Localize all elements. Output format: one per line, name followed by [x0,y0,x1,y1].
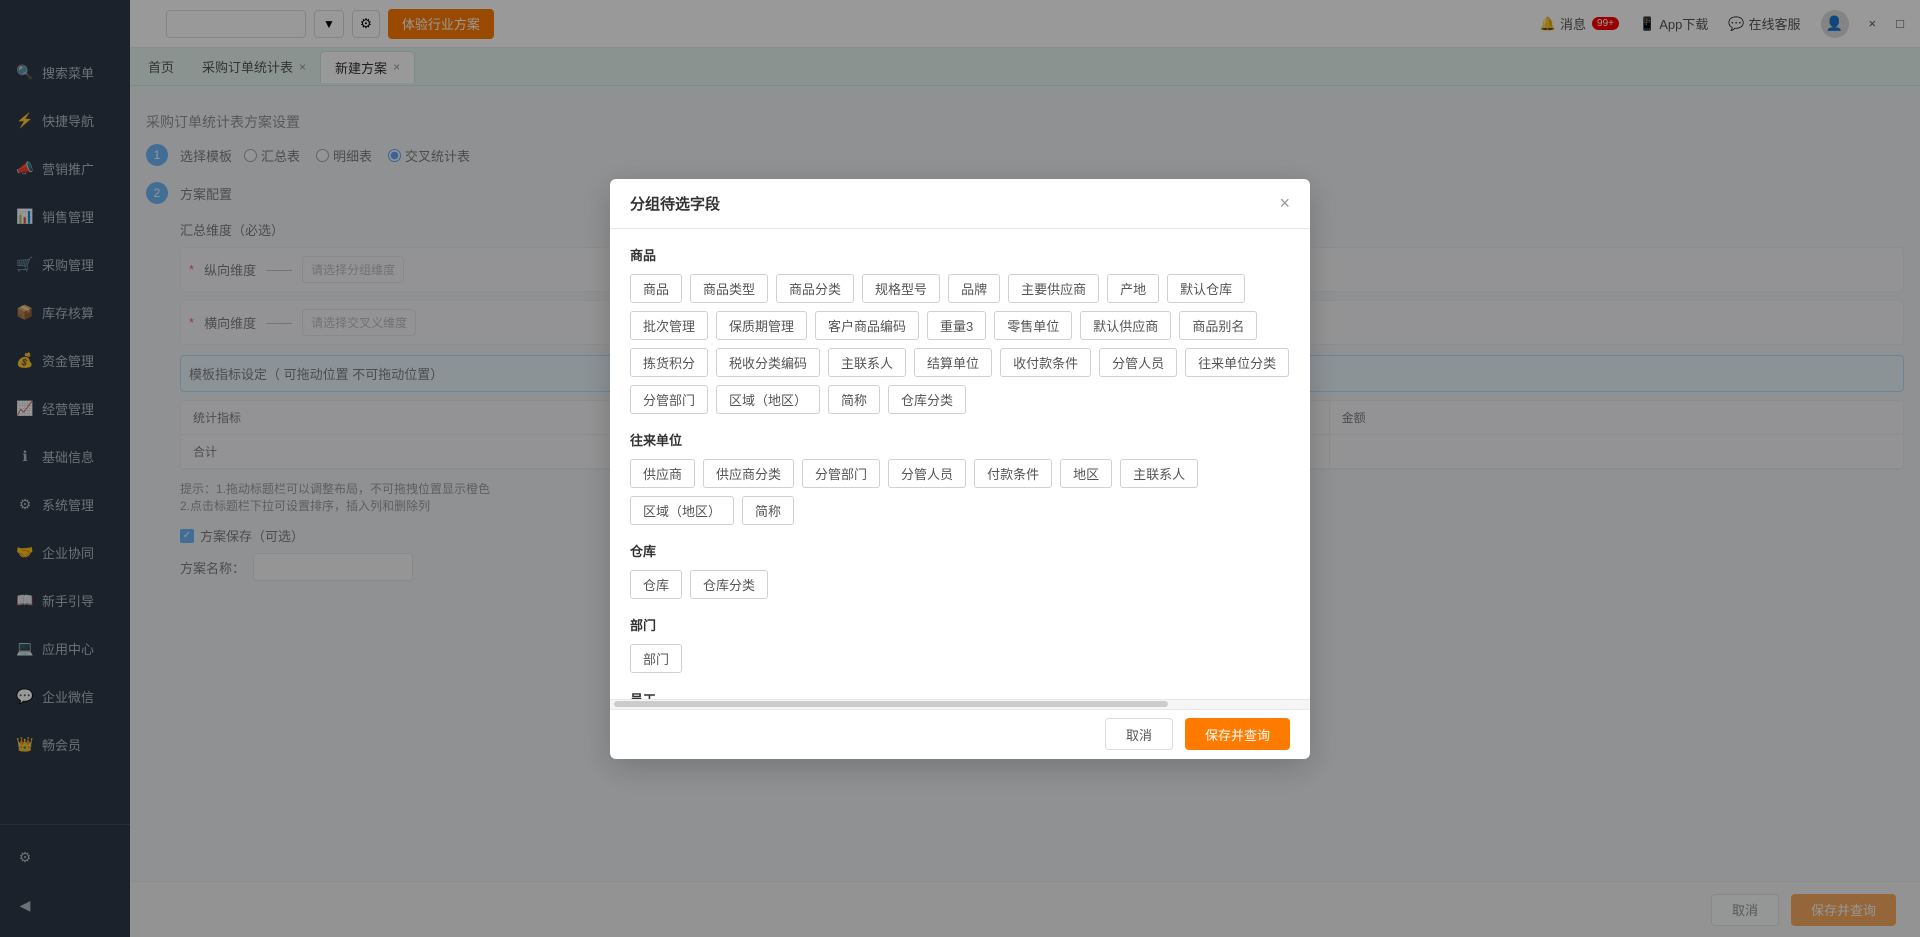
field-tag-0-19[interactable]: 收付款条件 [1000,348,1091,377]
modal-title: 分组待选字段 [630,193,720,214]
field-tag-0-13[interactable]: 默认供应商 [1080,311,1171,340]
field-tag-0-3[interactable]: 规格型号 [862,274,940,303]
modal-dialog: 分组待选字段 × 商品商品商品类型商品分类规格型号品牌主要供应商产地默认仓库批次… [610,179,1310,759]
field-tag-0-21[interactable]: 往来单位分类 [1185,348,1289,377]
field-tag-0-17[interactable]: 主联系人 [828,348,906,377]
field-tag-1-5[interactable]: 地区 [1060,459,1112,488]
field-tag-0-15[interactable]: 拣货积分 [630,348,708,377]
field-tags-0: 商品商品类型商品分类规格型号品牌主要供应商产地默认仓库批次管理保质期管理客户商品… [630,274,1290,414]
field-tag-0-14[interactable]: 商品别名 [1179,311,1257,340]
field-tag-1-1[interactable]: 供应商分类 [703,459,794,488]
field-tag-0-9[interactable]: 保质期管理 [716,311,807,340]
section-title-3: 部门 [630,615,1290,634]
field-tag-1-7[interactable]: 区域（地区） [630,496,734,525]
field-tags-2: 仓库仓库分类 [630,570,1290,599]
field-tag-0-0[interactable]: 商品 [630,274,682,303]
field-tag-0-11[interactable]: 重量3 [927,311,986,340]
field-section-0: 商品商品商品类型商品分类规格型号品牌主要供应商产地默认仓库批次管理保质期管理客户… [630,245,1290,414]
field-section-2: 仓库仓库仓库分类 [630,541,1290,599]
field-tag-0-5[interactable]: 主要供应商 [1008,274,1099,303]
field-tag-0-22[interactable]: 分管部门 [630,385,708,414]
field-tag-1-8[interactable]: 简称 [742,496,794,525]
modal-close-btn[interactable]: × [1279,194,1290,212]
modal-cancel-btn[interactable]: 取消 [1105,718,1173,750]
field-tag-0-6[interactable]: 产地 [1107,274,1159,303]
modal-footer: 取消 保存并查询 [610,709,1310,759]
field-tag-1-4[interactable]: 付款条件 [974,459,1052,488]
field-section-1: 往来单位供应商供应商分类分管部门分管人员付款条件地区主联系人区域（地区） 简称 [630,430,1290,525]
field-tag-0-10[interactable]: 客户商品编码 [815,311,919,340]
field-tag-0-4[interactable]: 品牌 [948,274,1000,303]
field-tag-2-0[interactable]: 仓库 [630,570,682,599]
field-tag-3-0[interactable]: 部门 [630,644,682,673]
section-title-4: 员工 [630,689,1290,700]
field-tag-0-18[interactable]: 结算单位 [914,348,992,377]
field-tag-1-3[interactable]: 分管人员 [888,459,966,488]
field-tag-0-1[interactable]: 商品类型 [690,274,768,303]
modal-header: 分组待选字段 × [610,179,1310,229]
field-tag-0-23[interactable]: 区域（地区） [716,385,820,414]
field-tag-0-16[interactable]: 税收分类编码 [716,348,820,377]
field-tag-0-20[interactable]: 分管人员 [1099,348,1177,377]
field-tag-1-6[interactable]: 主联系人 [1120,459,1198,488]
modal-overlay: 分组待选字段 × 商品商品商品类型商品分类规格型号品牌主要供应商产地默认仓库批次… [0,0,1920,937]
modal-hscroll[interactable] [610,699,1310,708]
modal-body: 商品商品商品类型商品分类规格型号品牌主要供应商产地默认仓库批次管理保质期管理客户… [610,229,1310,700]
field-tag-1-0[interactable]: 供应商 [630,459,695,488]
field-tag-0-25[interactable]: 仓库分类 [888,385,966,414]
field-tag-0-2[interactable]: 商品分类 [776,274,854,303]
field-tag-0-7[interactable]: 默认仓库 [1167,274,1245,303]
field-tags-1: 供应商供应商分类分管部门分管人员付款条件地区主联系人区域（地区） 简称 [630,459,1290,525]
section-title-2: 仓库 [630,541,1290,560]
field-section-3: 部门部门 [630,615,1290,673]
field-tag-1-2[interactable]: 分管部门 [802,459,880,488]
field-tag-2-1[interactable]: 仓库分类 [690,570,768,599]
field-tag-0-8[interactable]: 批次管理 [630,311,708,340]
field-tag-0-24[interactable]: 简称 [828,385,880,414]
field-tag-0-12[interactable]: 零售单位 [994,311,1072,340]
field-tags-3: 部门 [630,644,1290,673]
section-title-1: 往来单位 [630,430,1290,449]
section-title-0: 商品 [630,245,1290,264]
field-section-4: 员工业务员 [630,689,1290,700]
modal-save-btn[interactable]: 保存并查询 [1185,718,1290,750]
